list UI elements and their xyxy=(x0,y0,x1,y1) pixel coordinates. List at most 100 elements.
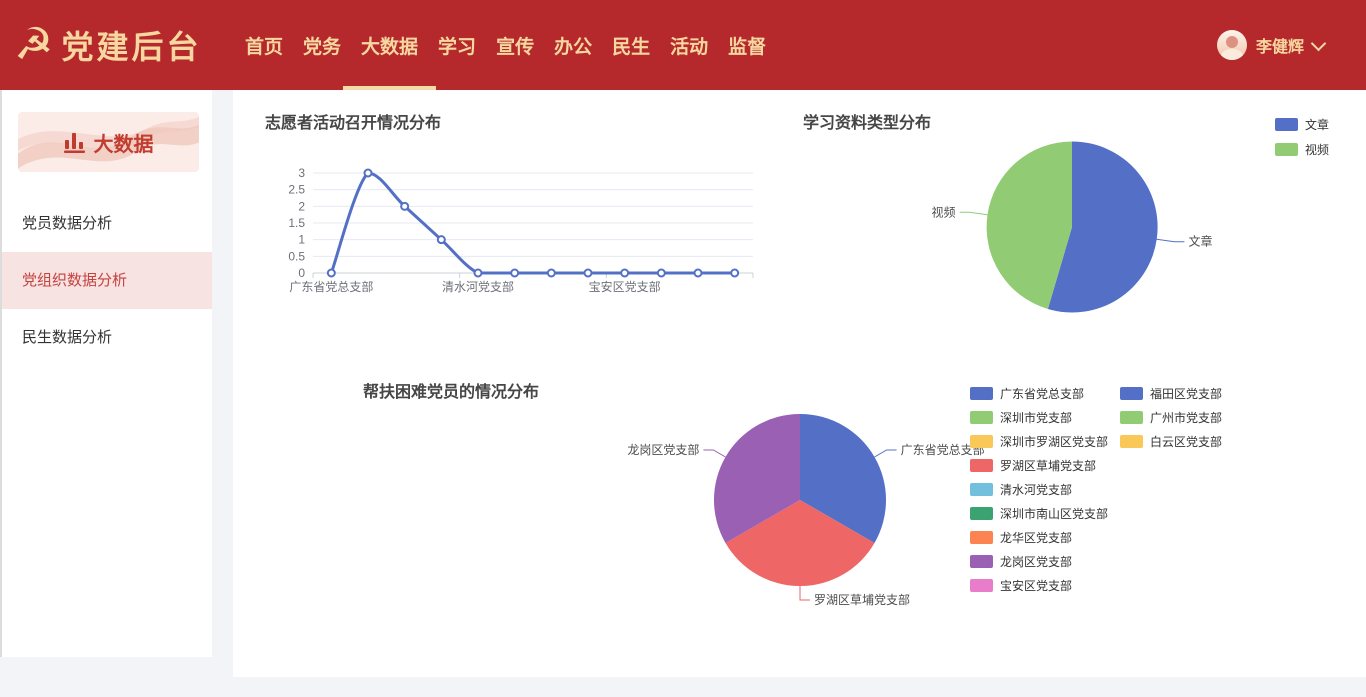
nav-item-活动[interactable]: 活动 xyxy=(665,0,713,90)
y-axis-tick-label: 2 xyxy=(298,199,305,213)
y-axis-tick-label: 3 xyxy=(298,166,305,180)
main-content: 志愿者活动召开情况分布 0 0.5 1 1.5 2 2.5 3 广东省党总支部 清水河党支部 宝安… xyxy=(233,90,1366,677)
legend-item[interactable]: 白云区党支部 xyxy=(1120,434,1267,449)
app-title: 党建后台 xyxy=(61,29,202,65)
legend-swatch xyxy=(1120,434,1143,448)
legend-swatch xyxy=(1275,142,1298,156)
pie-label-line xyxy=(959,211,988,216)
nav-item-首页[interactable]: 首页 xyxy=(240,0,288,90)
data-point-marker[interactable] xyxy=(546,268,556,278)
sidebar-item-民生数据分析[interactable]: 民生数据分析 xyxy=(2,309,212,366)
legend-label: 文章 xyxy=(1305,117,1330,132)
y-axis-tick-label: 0 xyxy=(298,266,305,280)
legend-label: 福田区党支部 xyxy=(1150,386,1223,401)
data-point-marker[interactable] xyxy=(693,268,703,278)
legend-item[interactable]: 视频 xyxy=(1275,142,1330,157)
data-point-marker[interactable] xyxy=(730,268,740,278)
main-nav: 首页 党务 大数据 学习 宣传 办公 民生 活动 监督 xyxy=(240,0,771,90)
legend-item[interactable]: 罗湖区草埔党支部 xyxy=(970,458,1117,473)
legend-label: 深圳市南山区党支部 xyxy=(1000,506,1109,521)
data-point-marker[interactable] xyxy=(400,201,410,211)
legend-item[interactable]: 龙华区党支部 xyxy=(970,530,1117,545)
nav-item-大数据[interactable]: 大数据 xyxy=(343,0,437,90)
legend-item[interactable]: 广州市党支部 xyxy=(1120,410,1267,425)
nav-item-办公[interactable]: 办公 xyxy=(549,0,597,90)
nav-item-监督[interactable]: 监督 xyxy=(723,0,771,90)
data-point-marker[interactable] xyxy=(363,168,373,178)
legend-label: 龙岗区党支部 xyxy=(1000,554,1073,569)
pie-label: 龙岗区党支部 xyxy=(627,442,699,457)
line-chart-title: 志愿者活动召开情况分布 xyxy=(265,115,442,132)
sidebar-menu: 党员数据分析 党组织数据分析 民生数据分析 xyxy=(2,195,212,366)
top-header: ☭ 党建后台 首页 党务 大数据 学习 宣传 办公 民生 活动 监督 李健辉 xyxy=(0,0,1366,90)
volunteer-activity-line-chart: 0 0.5 1 1.5 2 2.5 3 广东省党总支部 清水河党支部 宝安区党支部 xyxy=(288,166,754,294)
legend-item[interactable]: 龙岗区党支部 xyxy=(970,554,1117,569)
nav-item-民生[interactable]: 民生 xyxy=(607,0,655,90)
pie-label-line xyxy=(703,449,726,458)
pie-label: 视频 xyxy=(932,204,956,219)
legend-swatch xyxy=(970,578,993,592)
legend-item[interactable]: 宝安区党支部 xyxy=(970,578,1117,593)
legend-swatch xyxy=(970,434,993,448)
legend-label: 龙华区党支部 xyxy=(1000,530,1073,545)
data-point-marker[interactable] xyxy=(656,268,666,278)
legend-item[interactable]: 深圳市罗湖区党支部 xyxy=(970,434,1117,449)
data-point-marker[interactable] xyxy=(473,268,483,278)
data-point-marker[interactable] xyxy=(436,235,446,245)
y-axis-tick-label: 1.5 xyxy=(288,216,305,230)
legend-item[interactable]: 福田区党支部 xyxy=(1120,386,1267,401)
legend-swatch xyxy=(970,482,993,496)
avatar[interactable] xyxy=(1216,30,1247,60)
legend-label: 广东省党总支部 xyxy=(1000,386,1085,401)
y-axis-tick-label: 2.5 xyxy=(288,183,305,197)
legend-label: 广州市党支部 xyxy=(1150,410,1223,425)
legend-label: 白云区党支部 xyxy=(1150,434,1223,449)
sidebar: 大数据 党员数据分析 党组织数据分析 民生数据分析 xyxy=(0,90,212,657)
user-menu[interactable]: 李健辉 xyxy=(1216,0,1327,90)
help-members-pie-chart: 广东省党总支部罗湖区草埔党支部龙岗区党支部 xyxy=(627,414,985,607)
legend-item[interactable]: 文章 xyxy=(1275,117,1330,132)
pie-label-line xyxy=(799,586,810,601)
avatar-head xyxy=(1225,36,1238,48)
legend-swatch xyxy=(1120,386,1143,400)
legend-item[interactable]: 深圳市党支部 xyxy=(970,410,1117,425)
legend-label: 视频 xyxy=(1305,142,1330,157)
avatar-body xyxy=(1220,49,1243,60)
data-point-marker[interactable] xyxy=(583,268,593,278)
data-point-marker[interactable] xyxy=(510,268,520,278)
pie-label: 文章 xyxy=(1188,234,1212,249)
nav-item-党务[interactable]: 党务 xyxy=(298,0,346,90)
legend-item[interactable]: 广东省党总支部 xyxy=(970,386,1117,401)
legend-swatch xyxy=(1275,117,1298,131)
legend-item[interactable]: 深圳市南山区党支部 xyxy=(970,506,1117,521)
help-members-legend: 广东省党总支部 深圳市党支部深圳市罗湖区党支部 罗湖区草埔党支部 清水河党支部深圳市南… xyxy=(970,386,1270,602)
legend-label: 深圳市罗湖区党支部 xyxy=(1000,434,1109,449)
legend-item[interactable]: 清水河党支部 xyxy=(970,482,1117,497)
pie-label-line xyxy=(1156,238,1185,243)
y-axis-tick-label: 0.5 xyxy=(288,249,305,263)
nav-item-宣传[interactable]: 宣传 xyxy=(491,0,539,90)
legend-swatch xyxy=(970,530,993,544)
sidebar-item-党员数据分析[interactable]: 党员数据分析 xyxy=(2,195,212,252)
app-logo: ☭ 党建后台 xyxy=(14,0,201,90)
y-axis-tick-label: 1 xyxy=(298,233,305,247)
hammer-sickle-icon: ☭ xyxy=(14,20,54,69)
data-point-marker[interactable] xyxy=(326,268,336,278)
chevron-down-icon xyxy=(1310,35,1327,51)
sidebar-banner: 大数据 xyxy=(18,112,199,172)
legend-label: 清水河党支部 xyxy=(1000,482,1073,497)
pie-label-line xyxy=(874,449,897,458)
legend-label: 罗湖区草埔党支部 xyxy=(1000,458,1097,473)
legend-label: 宝安区党支部 xyxy=(1000,578,1073,593)
data-point-marker[interactable] xyxy=(620,268,630,278)
legend-swatch xyxy=(970,506,993,520)
page: ☭ 党建后台 首页 党务 大数据 学习 宣传 办公 民生 活动 监督 李健辉 大数据 党员数据分… xyxy=(0,0,1366,697)
sidebar-item-党组织数据分析[interactable]: 党组织数据分析 xyxy=(2,252,212,309)
study-material-pie-chart: 文章 视频 xyxy=(932,141,1212,313)
legend-swatch xyxy=(970,554,993,568)
bar-chart-icon xyxy=(63,133,85,153)
legend-swatch xyxy=(1120,410,1143,424)
legend-label: 深圳市党支部 xyxy=(1000,410,1073,425)
nav-item-学习[interactable]: 学习 xyxy=(433,0,481,90)
legend-swatch xyxy=(970,458,993,472)
